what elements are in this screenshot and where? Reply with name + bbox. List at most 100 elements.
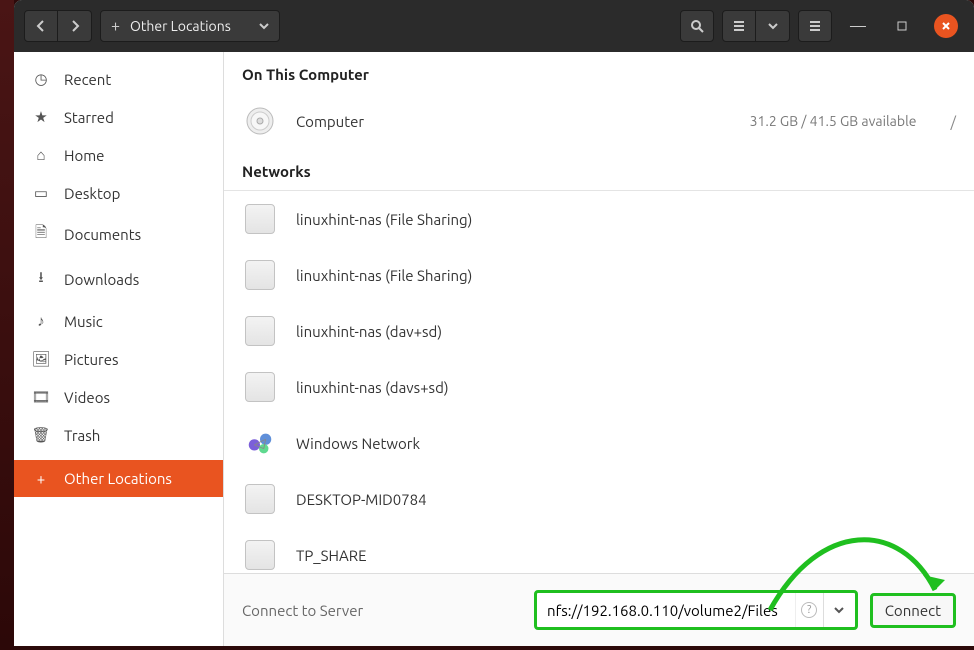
network-drive-icon (245, 260, 275, 290)
view-button-group (722, 10, 790, 42)
sidebar-item-label: Other Locations (64, 470, 172, 487)
network-drive-icon (245, 484, 275, 514)
sidebar-item-trash[interactable]: 🗑 Trash (14, 416, 223, 454)
minimize-icon: — (850, 17, 866, 35)
location-label: linuxhint-nas (dav+sd) (296, 323, 956, 340)
section-heading-computer: On This Computer (224, 52, 974, 93)
sidebar-item-label: Home (64, 147, 104, 164)
network-drive-icon (245, 316, 275, 346)
sidebar-item-label: Starred (64, 109, 114, 126)
sidebar-item-videos[interactable]: 🎞 Videos (14, 378, 223, 416)
location-label: TP_SHARE (296, 547, 956, 564)
list-icon (732, 19, 746, 33)
sidebar-item-label: Desktop (64, 185, 120, 202)
hamburger-icon (808, 19, 822, 33)
hamburger-menu-button[interactable] (798, 10, 832, 42)
location-row-network[interactable]: TP_SHARE (224, 527, 974, 573)
location-bar[interactable]: + Other Locations (100, 10, 280, 42)
close-button[interactable] (934, 14, 958, 38)
location-row-windows-network[interactable]: Windows Network (224, 415, 974, 471)
location-label: linuxhint-nas (File Sharing) (296, 211, 956, 228)
sidebar-item-label: Documents (64, 226, 141, 243)
main-pane: On This Computer Computer 31.2 GB / 41.5… (224, 52, 974, 646)
sidebar-item-starred[interactable]: ★ Starred (14, 98, 223, 136)
desktop-icon: ▭ (32, 184, 50, 202)
location-info: 31.2 GB / 41.5 GB available (750, 113, 917, 129)
maximize-icon (897, 21, 907, 31)
clock-icon: ◷ (32, 70, 50, 88)
chevron-right-icon (69, 20, 81, 32)
sidebar-item-label: Recent (64, 71, 111, 88)
star-icon: ★ (32, 108, 50, 126)
close-icon (941, 21, 951, 31)
location-row-computer[interactable]: Computer 31.2 GB / 41.5 GB available / (224, 93, 974, 149)
sidebar-item-documents[interactable]: 🗎 Documents (14, 212, 223, 257)
location-list[interactable]: On This Computer Computer 31.2 GB / 41.5… (224, 52, 974, 573)
nav-button-group (24, 10, 92, 42)
connect-button[interactable]: Connect (870, 593, 956, 628)
location-mount: / (950, 113, 956, 130)
picture-icon: 🖼 (32, 350, 50, 368)
location-row-network[interactable]: linuxhint-nas (davs+sd) (224, 359, 974, 415)
location-label: DESKTOP-MID0784 (296, 491, 956, 508)
sidebar-item-pictures[interactable]: 🖼 Pictures (14, 340, 223, 378)
back-button[interactable] (24, 10, 58, 42)
sidebar: ◷ Recent ★ Starred ⌂ Home ▭ Desktop 🗎 Documen… (14, 52, 224, 646)
sidebar-item-other-locations[interactable]: + Other Locations (14, 460, 223, 497)
trash-icon: 🗑 (32, 426, 50, 444)
help-icon: ? (801, 602, 817, 618)
network-drive-icon (245, 204, 275, 234)
server-address-input[interactable] (537, 602, 795, 619)
sidebar-item-recent[interactable]: ◷ Recent (14, 60, 223, 98)
sidebar-item-desktop[interactable]: ▭ Desktop (14, 174, 223, 212)
home-icon: ⌂ (32, 146, 50, 164)
location-label: Windows Network (296, 435, 956, 452)
chevron-down-icon (259, 21, 269, 31)
harddrive-icon (242, 103, 278, 139)
location-row-network[interactable]: DESKTOP-MID0784 (224, 471, 974, 527)
help-button[interactable]: ? (795, 593, 823, 627)
location-row-network[interactable]: linuxhint-nas (dav+sd) (224, 303, 974, 359)
location-label: Other Locations (130, 18, 231, 34)
location-label: linuxhint-nas (davs+sd) (296, 379, 956, 396)
sidebar-item-home[interactable]: ⌂ Home (14, 136, 223, 174)
connect-to-server-bar: Connect to Server ? Connect (224, 573, 974, 646)
sidebar-item-label: Music (64, 313, 103, 330)
connect-label: Connect to Server (242, 602, 522, 619)
video-icon: 🎞 (32, 388, 50, 406)
chevron-left-icon (35, 20, 47, 32)
forward-button[interactable] (58, 10, 92, 42)
minimize-button[interactable]: — (846, 14, 870, 38)
download-icon: ⭳ (32, 267, 50, 292)
plus-icon: + (32, 470, 50, 487)
search-icon (690, 19, 704, 33)
sidebar-item-music[interactable]: ♪ Music (14, 302, 223, 340)
plus-icon: + (111, 17, 120, 35)
server-address-group: ? (534, 590, 858, 630)
recent-servers-button[interactable] (823, 593, 855, 627)
chevron-down-icon (768, 21, 778, 31)
music-icon: ♪ (32, 312, 50, 330)
network-drive-icon (245, 540, 275, 570)
maximize-button[interactable] (890, 14, 914, 38)
sidebar-item-label: Pictures (64, 351, 119, 368)
location-row-network[interactable]: linuxhint-nas (File Sharing) (224, 191, 974, 247)
sidebar-item-label: Trash (64, 427, 100, 444)
sidebar-item-downloads[interactable]: ⭳ Downloads (14, 257, 223, 302)
list-view-button[interactable] (722, 10, 756, 42)
location-row-network[interactable]: linuxhint-nas (File Sharing) (224, 247, 974, 303)
network-drive-icon (245, 372, 275, 402)
sidebar-item-label: Videos (64, 389, 110, 406)
network-globe-icon (245, 428, 275, 458)
location-label: linuxhint-nas (File Sharing) (296, 267, 956, 284)
titlebar: + Other Locations — (14, 0, 974, 52)
view-options-button[interactable] (756, 10, 790, 42)
window-body: ◷ Recent ★ Starred ⌂ Home ▭ Desktop 🗎 Documen… (14, 52, 974, 646)
desktop-background (0, 0, 14, 650)
file-manager-window: + Other Locations — (14, 0, 974, 646)
document-icon: 🗎 (32, 222, 50, 247)
sidebar-item-label: Downloads (64, 271, 139, 288)
search-button[interactable] (680, 10, 714, 42)
section-heading-networks: Networks (224, 149, 974, 190)
chevron-down-icon (834, 605, 844, 615)
